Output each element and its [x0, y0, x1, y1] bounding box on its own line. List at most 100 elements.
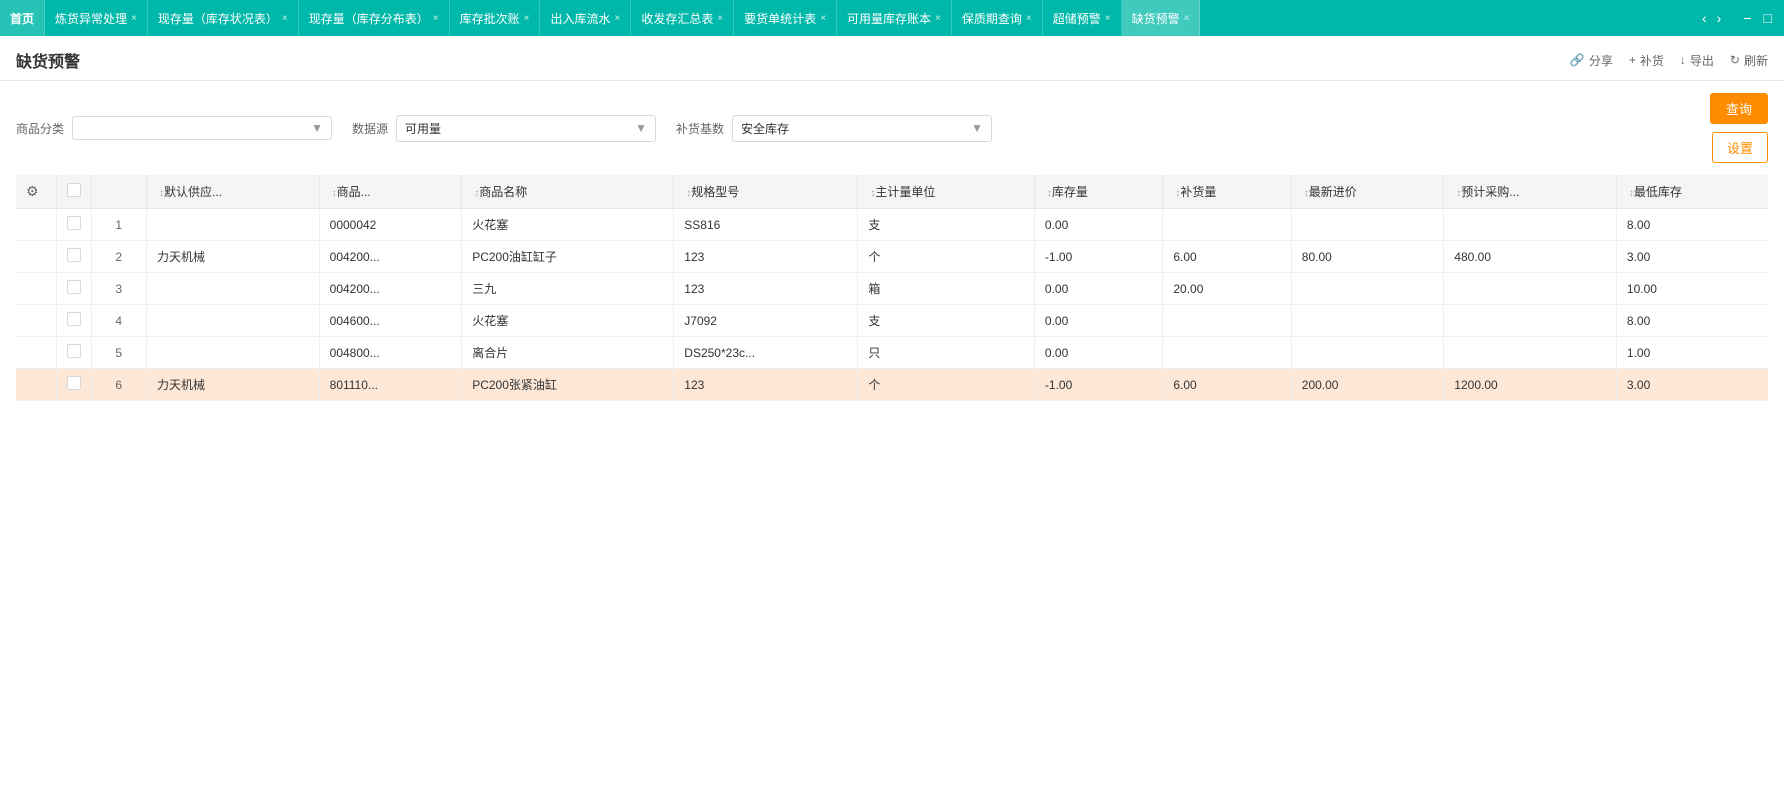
row-product-name: 火花塞 — [462, 305, 674, 337]
export-button[interactable]: ↓ 导出 — [1680, 52, 1714, 69]
table-row: 2 力天机械 004200... PC200油缸缸子 123 个 -1.00 6… — [16, 241, 1768, 273]
nav-tab-10[interactable]: 超储预警 × — [1043, 0, 1122, 36]
col-stock: ↕库存量 — [1034, 175, 1162, 209]
row-replenish-qty: 6.00 — [1163, 241, 1291, 273]
row-checkbox-cell — [56, 209, 91, 241]
nav-tab-5[interactable]: 出入库流水 × — [540, 0, 631, 36]
nav-tab-11[interactable]: 缺货预警 × — [1122, 0, 1201, 36]
row-est-purchase — [1444, 209, 1617, 241]
row-checkbox[interactable] — [67, 216, 81, 230]
row-unit: 支 — [858, 209, 1035, 241]
table-row: 1 0000042 火花塞 SS816 支 0.00 8.00 — [16, 209, 1768, 241]
nav-scroll-right[interactable]: › — [1713, 8, 1726, 28]
filter-datasource-select[interactable]: 可用量 ▼ — [396, 115, 656, 142]
replenish-base-chevron-icon: ▼ — [971, 121, 983, 135]
row-latest-price: 200.00 — [1291, 369, 1444, 401]
row-checkbox[interactable] — [67, 376, 81, 390]
nav-tab-11-close[interactable]: × — [1184, 13, 1190, 24]
nav-tab-8-close[interactable]: × — [935, 13, 941, 24]
row-spec: 123 — [674, 273, 858, 305]
table-row: 6 力天机械 801110... PC200张紧油缸 123 个 -1.00 6… — [16, 369, 1768, 401]
replenish-button[interactable]: + 补货 — [1629, 52, 1664, 69]
nav-tab-2-close[interactable]: × — [282, 13, 288, 24]
settings-gear-icon[interactable]: ⚙ — [26, 183, 39, 199]
header-actions: 🔗 分享 + 补货 ↓ 导出 ↻ 刷新 — [1570, 52, 1768, 69]
filter-replenish-base-label: 补货基数 — [676, 120, 724, 137]
row-spec: SS816 — [674, 209, 858, 241]
row-unit: 箱 — [858, 273, 1035, 305]
refresh-label: 刷新 — [1744, 52, 1768, 69]
nav-tab-9-close[interactable]: × — [1026, 13, 1032, 24]
row-checkbox-cell — [56, 337, 91, 369]
nav-tab-5-close[interactable]: × — [614, 13, 620, 24]
row-product-name: PC200油缸缸子 — [462, 241, 674, 273]
nav-tab-2[interactable]: 现存量（库存状况表） × — [148, 0, 299, 36]
filter-datasource-group: 数据源 可用量 ▼ — [352, 115, 656, 142]
row-product-name: 三九 — [462, 273, 674, 305]
filter-replenish-base-group: 补货基数 安全库存 ▼ — [676, 115, 992, 142]
settings-button[interactable]: 设置 — [1712, 132, 1768, 163]
col-spec: ↕规格型号 — [674, 175, 858, 209]
row-checkbox-cell — [56, 273, 91, 305]
share-button[interactable]: 🔗 分享 — [1570, 52, 1613, 69]
nav-tab-7-close[interactable]: × — [820, 13, 826, 24]
row-est-purchase: 480.00 — [1444, 241, 1617, 273]
nav-tab-6-close[interactable]: × — [717, 13, 723, 24]
row-settings-cell — [16, 241, 56, 273]
filter-category-label: 商品分类 — [16, 120, 64, 137]
table-row: 3 004200... 三九 123 箱 0.00 20.00 10.00 — [16, 273, 1768, 305]
col-est-purchase: ↕预计采购... — [1444, 175, 1617, 209]
filter-replenish-base-select[interactable]: 安全库存 ▼ — [732, 115, 992, 142]
nav-tab-2-label: 现存量（库存状况表） — [158, 10, 278, 27]
nav-tab-1[interactable]: 炼货异常处理 × — [45, 0, 148, 36]
nav-tab-3-label: 现存量（库存分布表） — [309, 10, 429, 27]
nav-minimize-btn[interactable]: − — [1739, 8, 1755, 28]
row-checkbox[interactable] — [67, 280, 81, 294]
nav-tab-3[interactable]: 现存量（库存分布表） × — [299, 0, 450, 36]
row-min-stock: 1.00 — [1616, 337, 1768, 369]
row-checkbox[interactable] — [67, 248, 81, 262]
refresh-button[interactable]: ↻ 刷新 — [1730, 52, 1768, 69]
row-replenish-qty — [1163, 305, 1291, 337]
nav-tab-home[interactable]: 首页 — [0, 0, 45, 36]
query-button[interactable]: 查询 — [1710, 93, 1768, 124]
header-checkbox[interactable] — [67, 183, 81, 197]
row-product-code: 004800... — [319, 337, 462, 369]
col-num — [91, 175, 147, 209]
filter-category-select[interactable]: ▼ — [72, 116, 332, 140]
row-checkbox-cell — [56, 369, 91, 401]
nav-tab-7[interactable]: 要货单统计表 × — [734, 0, 837, 36]
row-spec: 123 — [674, 241, 858, 273]
refresh-icon: ↻ — [1730, 53, 1740, 67]
row-checkbox[interactable] — [67, 312, 81, 326]
row-replenish-qty: 20.00 — [1163, 273, 1291, 305]
nav-tab-4-label: 库存批次账 — [460, 10, 520, 27]
nav-tab-4-close[interactable]: × — [524, 13, 530, 24]
row-latest-price — [1291, 209, 1444, 241]
nav-tab-1-close[interactable]: × — [131, 13, 137, 24]
col-min-stock: ↕最低库存 — [1616, 175, 1768, 209]
row-product-code: 004600... — [319, 305, 462, 337]
replenish-icon: + — [1629, 53, 1636, 67]
nav-tab-9[interactable]: 保质期查询 × — [952, 0, 1043, 36]
nav-tab-1-label: 炼货异常处理 — [55, 10, 127, 27]
nav-tab-4[interactable]: 库存批次账 × — [450, 0, 541, 36]
row-min-stock: 8.00 — [1616, 209, 1768, 241]
row-checkbox[interactable] — [67, 344, 81, 358]
nav-tab-5-label: 出入库流水 — [550, 10, 610, 27]
row-num: 3 — [91, 273, 147, 305]
row-default-supplier — [147, 337, 320, 369]
row-est-purchase — [1444, 305, 1617, 337]
row-checkbox-cell — [56, 241, 91, 273]
nav-tab-3-close[interactable]: × — [433, 13, 439, 24]
nav-maximize-btn[interactable]: □ — [1760, 8, 1776, 28]
nav-tab-10-close[interactable]: × — [1105, 13, 1111, 24]
nav-tab-8[interactable]: 可用量库存账本 × — [837, 0, 952, 36]
row-settings-cell — [16, 369, 56, 401]
right-buttons: 查询 设置 — [1710, 93, 1768, 163]
nav-scroll-left[interactable]: ‹ — [1698, 8, 1711, 28]
datasource-chevron-icon: ▼ — [635, 121, 647, 135]
row-unit: 只 — [858, 337, 1035, 369]
main-content: 缺货预警 🔗 分享 + 补货 ↓ 导出 ↻ 刷新 商品分类 — [0, 36, 1784, 796]
nav-tab-6[interactable]: 收发存汇总表 × — [631, 0, 734, 36]
